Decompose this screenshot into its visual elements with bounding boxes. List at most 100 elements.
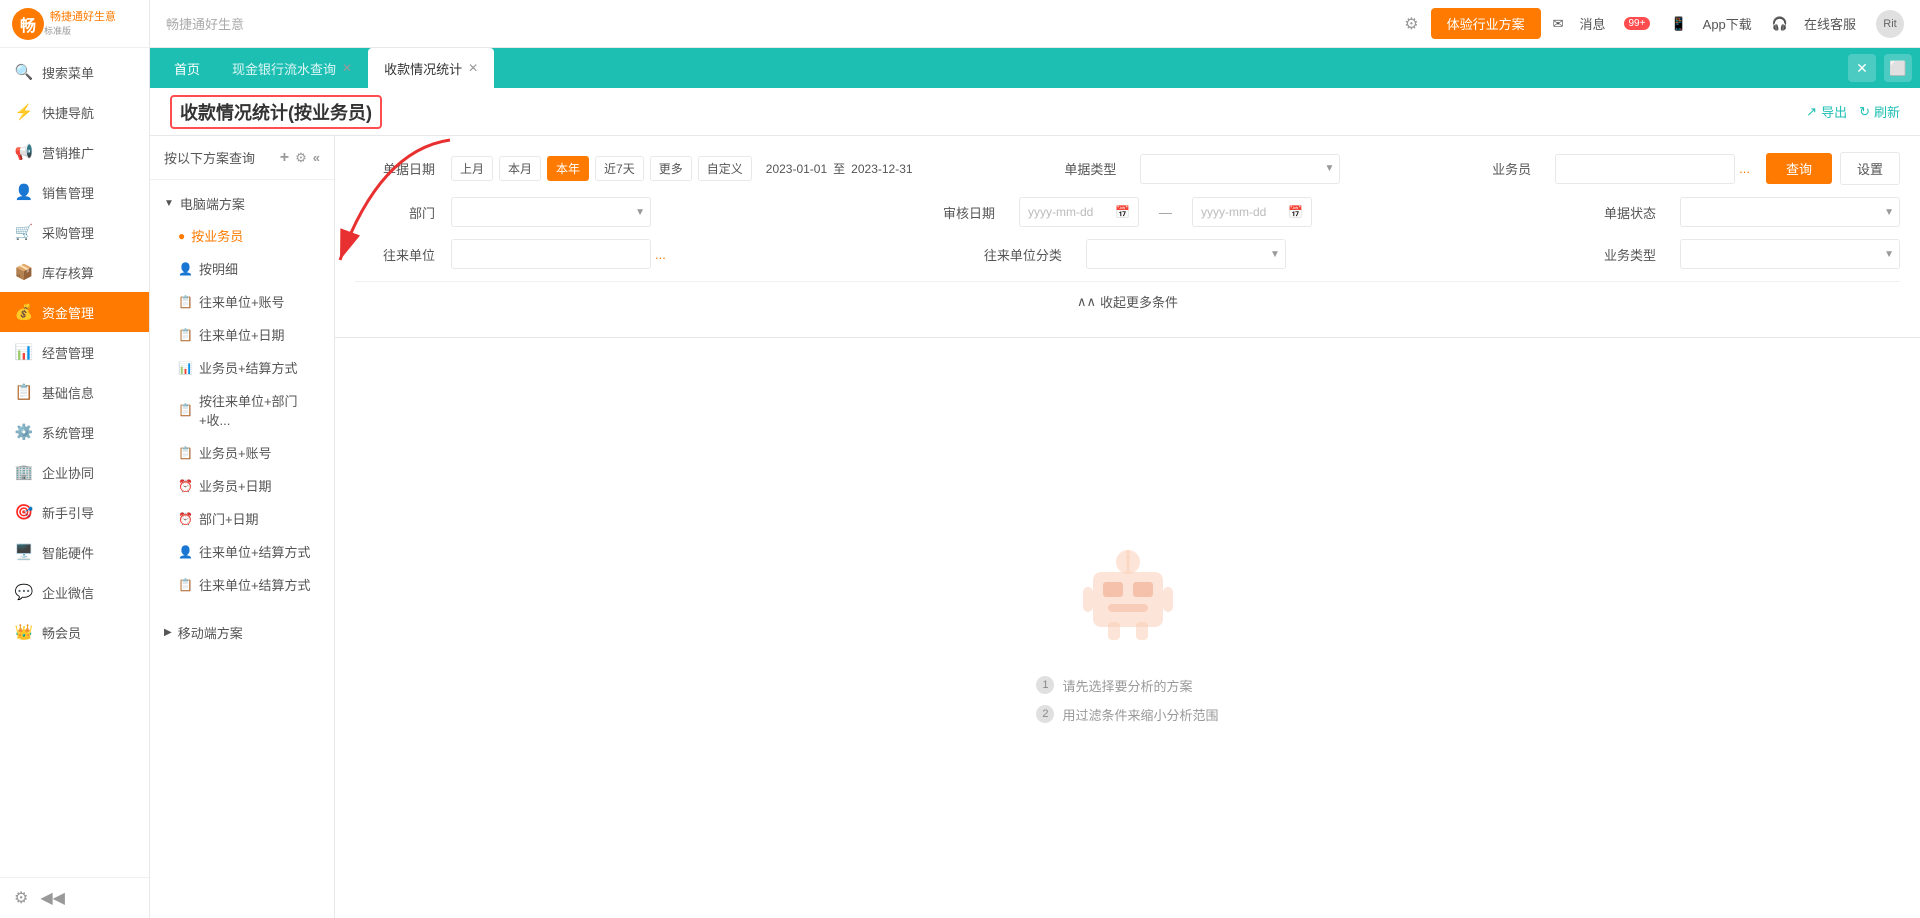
sidebar-item-member[interactable]: 👑 畅会员 [0, 612, 149, 652]
desktop-arrow-icon: ▼ [164, 198, 174, 209]
schema-item-partner-date[interactable]: 📋 往来单位+日期 [150, 318, 334, 351]
salesperson-select[interactable] [1555, 154, 1735, 184]
schema-item-dept-date[interactable]: ⏰ 部门+日期 [150, 502, 334, 535]
schema-item-by-salesperson[interactable]: ● 按业务员 [150, 219, 334, 252]
settings-btn[interactable]: 设置 [1840, 152, 1900, 185]
sidebar-item-basic-info[interactable]: 📋 基础信息 [0, 372, 149, 412]
sidebar-item-marketing[interactable]: 📢 营销推广 [0, 132, 149, 172]
salesperson-prefix-icon: ● [178, 229, 185, 243]
date-btn-custom[interactable]: 自定义 [698, 156, 752, 181]
tab-home[interactable]: 首页 [158, 48, 216, 88]
partner-dept-prefix-icon: 📋 [178, 403, 193, 417]
date-btn-7days[interactable]: 近7天 [595, 156, 644, 181]
schema-section-desktop: ▼ 电脑端方案 ● 按业务员 👤 按明细 📋 往来单位+账号 📋 往来 [150, 180, 334, 609]
filter-row-2: 部门 ▼ 审核日期 yyyy-mm-dd 📅 — yyyy-mm-dd 📅 [355, 197, 1900, 227]
date-label: 单据日期 [355, 159, 435, 178]
dept-label: 部门 [355, 203, 435, 222]
sidebar-nav: 🔍 搜索菜单 ⚡ 快捷导航 📢 营销推广 👤 销售管理 🛒 采购管理 📦 库存核… [0, 48, 149, 877]
bottom-settings-icon[interactable]: ⚙ [14, 888, 28, 908]
sidebar-item-sales[interactable]: 👤 销售管理 [0, 172, 149, 212]
dept-select[interactable] [451, 197, 651, 227]
trial-btn[interactable]: 体验行业方案 [1431, 8, 1541, 39]
schema-header: 按以下方案查询 + ⚙ « [150, 136, 334, 180]
page-actions: ↗ 导出 ↻ 刷新 [1806, 102, 1900, 121]
date-btn-this-year[interactable]: 本年 [547, 156, 589, 181]
sidebar-item-finance[interactable]: 💰 资金管理 [0, 292, 149, 332]
schema-item-salesperson-settlement[interactable]: 📊 业务员+结算方式 [150, 351, 334, 384]
schema-item-by-detail[interactable]: 👤 按明细 [150, 252, 334, 285]
content-area: 按以下方案查询 + ⚙ « ▼ 电脑端方案 ● 按业务员 👤 按 [150, 136, 1920, 918]
date-btn-last-month[interactable]: 上月 [451, 156, 493, 181]
window-maximize-btn[interactable]: ⬜ [1884, 54, 1912, 82]
topbar-gear-icon[interactable]: ⚙ [1404, 14, 1418, 34]
sidebar-item-operations[interactable]: 📊 经营管理 [0, 332, 149, 372]
date-btn-more[interactable]: 更多 [650, 156, 692, 181]
marketing-icon: 📢 [14, 142, 34, 162]
date-btn-this-month[interactable]: 本月 [499, 156, 541, 181]
review-date-start-input[interactable]: yyyy-mm-dd 📅 [1019, 197, 1139, 227]
schema-header-icons: + ⚙ « [280, 149, 320, 167]
schema-settings-icon[interactable]: ⚙ [295, 150, 307, 166]
doc-type-select[interactable] [1140, 154, 1340, 184]
sidebar-item-wechat[interactable]: 💬 企业微信 [0, 572, 149, 612]
sidebar-item-hardware[interactable]: 🖥️ 智能硬件 [0, 532, 149, 572]
export-btn[interactable]: ↗ 导出 [1806, 102, 1847, 121]
partner-select[interactable] [451, 239, 651, 269]
schema-item-partner-settlement1[interactable]: 👤 往来单位+结算方式 [150, 535, 334, 568]
sidebar-item-guide[interactable]: 🎯 新手引导 [0, 492, 149, 532]
refresh-icon: ↻ [1859, 104, 1870, 120]
window-close-btn[interactable]: ✕ [1848, 54, 1876, 82]
empty-hints: 1 请先选择要分析的方案 2 用过滤条件来缩小分析范围 [1036, 676, 1218, 724]
sidebar-item-system[interactable]: ⚙️ 系统管理 [0, 412, 149, 452]
schema-collapse-icon[interactable]: « [313, 150, 320, 165]
salesperson-more-icon[interactable]: ... [1739, 161, 1750, 176]
online-service-group[interactable]: 🎧 在线客服 [1772, 14, 1856, 33]
tab-collection-stats[interactable]: 收款情况统计 ✕ [368, 48, 494, 88]
sidebar-item-quick-nav[interactable]: ⚡ 快捷导航 [0, 92, 149, 132]
user-avatar[interactable]: Rit [1876, 10, 1904, 38]
query-btn[interactable]: 查询 [1766, 153, 1832, 184]
review-date-end-input[interactable]: yyyy-mm-dd 📅 [1192, 197, 1312, 227]
messages-group[interactable]: ✉ 消息 99+ [1553, 14, 1651, 33]
dept-date-prefix-icon: ⏰ [178, 512, 193, 526]
tab-bank-flow[interactable]: 现金银行流水查询 ✕ [216, 48, 368, 88]
schema-item-salesperson-date[interactable]: ⏰ 业务员+日期 [150, 469, 334, 502]
bottom-collapse-icon[interactable]: ◀◀ [40, 888, 65, 908]
tab-close-collection-stats[interactable]: ✕ [468, 61, 478, 75]
doc-status-select[interactable] [1680, 197, 1900, 227]
sidebar-item-enterprise[interactable]: 🏢 企业协同 [0, 452, 149, 492]
refresh-btn[interactable]: ↻ 刷新 [1859, 102, 1900, 121]
collapse-chevron-icon: ∧∧ [1077, 294, 1096, 310]
basic-info-icon: 📋 [14, 382, 34, 402]
biz-type-dropdown-arrow: ▼ [1884, 249, 1894, 260]
schema-item-partner-settlement2[interactable]: 📋 往来单位+结算方式 [150, 568, 334, 601]
sidebar-item-purchase[interactable]: 🛒 采购管理 [0, 212, 149, 252]
calendar-start-icon[interactable]: 📅 [1115, 205, 1130, 219]
schema-item-partner-account[interactable]: 📋 往来单位+账号 [150, 285, 334, 318]
schema-add-icon[interactable]: + [280, 149, 289, 167]
biz-type-select[interactable] [1680, 239, 1900, 269]
collapse-more-btn[interactable]: ∧∧ 收起更多条件 [355, 281, 1900, 321]
sidebar-item-search-menu[interactable]: 🔍 搜索菜单 [0, 52, 149, 92]
partner-select-wrapper: ... [451, 239, 666, 269]
partner-more-icon[interactable]: ... [655, 247, 666, 262]
calendar-end-icon[interactable]: 📅 [1288, 205, 1303, 219]
empty-state: 1 请先选择要分析的方案 2 用过滤条件来缩小分析范围 [335, 338, 1920, 918]
schema-mobile-title[interactable]: ▶ 移动端方案 [150, 617, 334, 648]
schema-item-partner-dept-collect[interactable]: 📋 按往来单位+部门+收... [150, 384, 334, 436]
schema-item-salesperson-account[interactable]: 📋 业务员+账号 [150, 436, 334, 469]
enterprise-icon: 🏢 [14, 462, 34, 482]
sidebar-item-inventory[interactable]: 📦 库存核算 [0, 252, 149, 292]
schema-desktop-title[interactable]: ▼ 电脑端方案 [150, 188, 334, 219]
topbar-brand-text: 畅捷通好生意 [166, 17, 244, 32]
doc-status-select-wrapper: ▼ [1680, 197, 1900, 227]
doc-type-label: 单据类型 [1064, 159, 1116, 178]
sidebar: 畅 畅捷通好生意 标准版 🔍 搜索菜单 ⚡ 快捷导航 📢 营销推广 👤 销售管理… [0, 0, 150, 918]
partner-category-select[interactable] [1086, 239, 1286, 269]
service-icon: 🎧 [1772, 16, 1788, 32]
doc-type-select-wrapper: ▼ [1140, 154, 1340, 184]
tab-close-bank-flow[interactable]: ✕ [342, 61, 352, 75]
app-download-group[interactable]: 📱 App下载 [1670, 14, 1751, 33]
salesperson-account-prefix-icon: 📋 [178, 446, 193, 460]
review-date-label: 审核日期 [943, 203, 995, 222]
